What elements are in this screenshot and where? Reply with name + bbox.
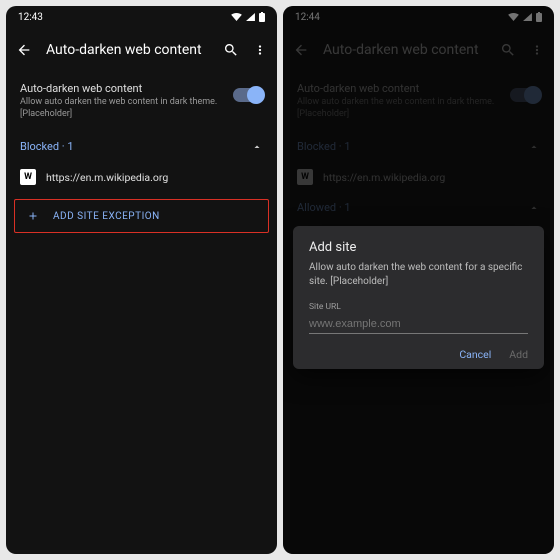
setting-title: Auto-darken web content — [20, 82, 233, 95]
site-url-input[interactable] — [309, 314, 528, 334]
add-site-exception-button[interactable]: ADD SITE EXCEPTION — [14, 199, 269, 233]
setting-text: Auto-darken web content Allow auto darke… — [20, 82, 233, 120]
chevron-up-icon — [251, 141, 263, 153]
blocked-label: Blocked · 1 — [20, 140, 74, 153]
status-time: 12:43 — [18, 12, 43, 23]
blocked-section-header[interactable]: Blocked · 1 — [6, 132, 277, 161]
search-icon[interactable] — [223, 42, 239, 58]
cancel-button[interactable]: Cancel — [459, 348, 491, 361]
status-bar: 12:43 — [6, 6, 277, 28]
dialog-actions: Cancel Add — [309, 348, 528, 361]
status-icons — [231, 12, 265, 22]
plus-icon — [27, 210, 39, 222]
add-site-dialog: Add site Allow auto darken the web conte… — [293, 226, 544, 369]
back-icon[interactable] — [16, 42, 32, 58]
site-url: https://en.m.wikipedia.org — [46, 171, 168, 184]
dialog-field-label: Site URL — [309, 302, 528, 312]
screenshot-right: 12:44 Auto-darken web content Auto-darke… — [283, 6, 554, 554]
add-exception-label: ADD SITE EXCEPTION — [53, 211, 160, 222]
setting-subtitle: Allow auto darken the web content in dar… — [20, 97, 233, 120]
add-button[interactable]: Add — [509, 348, 528, 361]
toggle-switch[interactable] — [233, 88, 263, 102]
blocked-site-row[interactable]: W https://en.m.wikipedia.org — [6, 161, 277, 193]
dialog-title: Add site — [309, 240, 528, 255]
dialog-description: Allow auto darken the web content for a … — [309, 261, 528, 288]
autodarken-toggle-row[interactable]: Auto-darken web content Allow auto darke… — [6, 72, 277, 132]
wifi-icon — [231, 13, 242, 21]
app-bar: Auto-darken web content — [6, 28, 277, 72]
more-icon[interactable] — [253, 42, 267, 58]
battery-icon — [259, 12, 265, 22]
screenshot-left: 12:43 Auto-darken web content Auto-darke… — [6, 6, 277, 554]
page-title: Auto-darken web content — [46, 42, 209, 58]
signal-icon — [246, 13, 255, 21]
site-favicon: W — [20, 169, 36, 185]
